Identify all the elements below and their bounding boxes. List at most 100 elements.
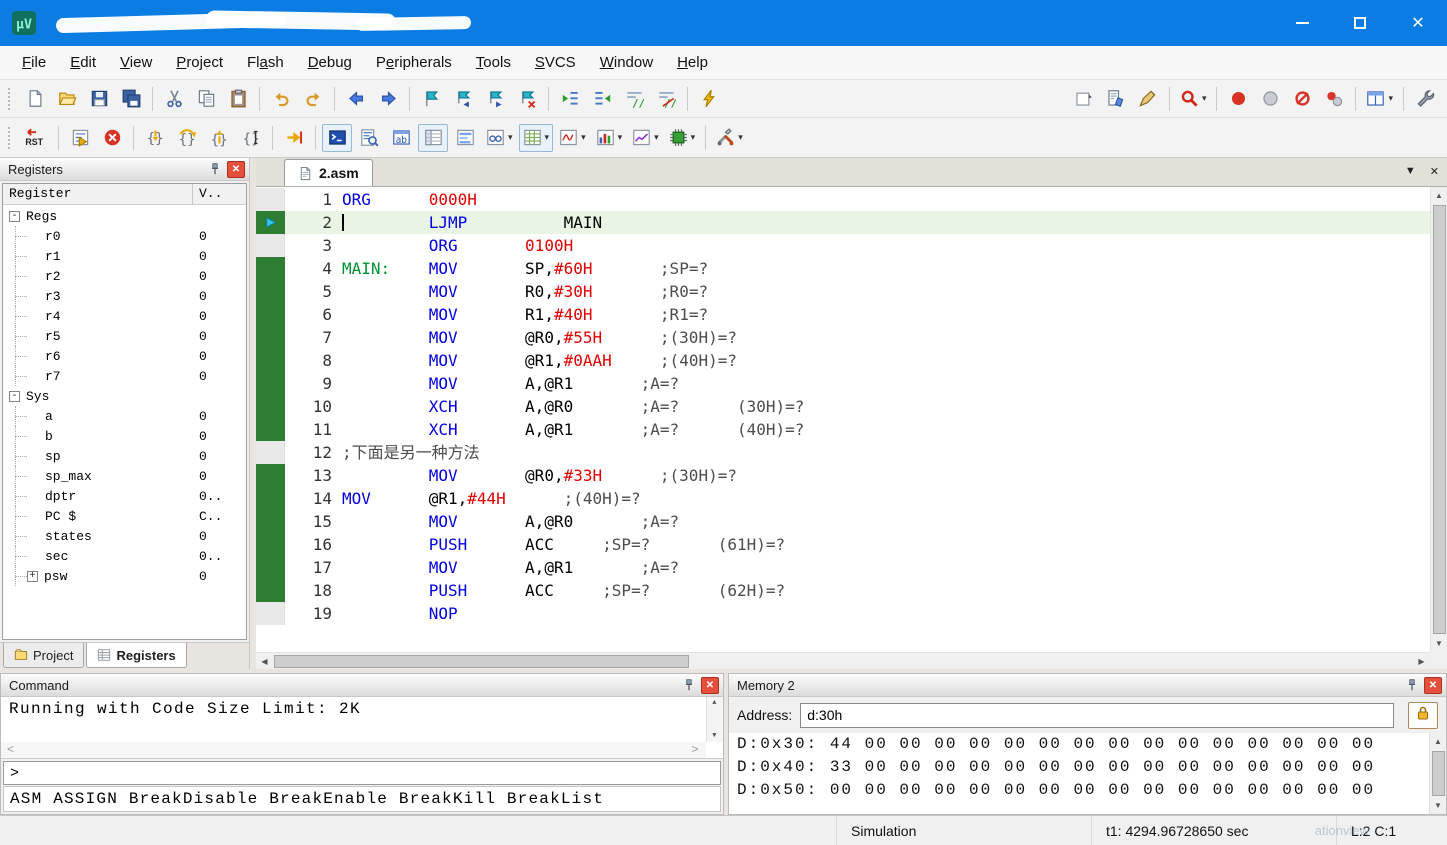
code-line-17[interactable]: 17 MOV A,@R1 ;A=?	[256, 556, 1430, 579]
unindent-button[interactable]	[555, 85, 585, 113]
scroll-up-icon[interactable]: ▲	[1431, 187, 1447, 204]
memory-pin-icon[interactable]	[1403, 677, 1421, 694]
toolbar-grip[interactable]	[8, 88, 12, 110]
value-column-header[interactable]: V..	[193, 184, 246, 204]
register-b[interactable]: b0	[3, 426, 246, 446]
register-r7[interactable]: r70	[3, 366, 246, 386]
code-line-marker[interactable]	[256, 395, 285, 418]
toolbox-button[interactable]: ▾	[712, 124, 747, 152]
expander-icon[interactable]: -	[9, 211, 20, 222]
toolbar-grip[interactable]	[8, 127, 12, 149]
dropdown-caret-icon[interactable]: ▾	[618, 132, 623, 143]
tab-registers[interactable]: Registers	[86, 643, 186, 668]
run-button[interactable]	[279, 124, 309, 152]
step-out-button[interactable]: {}	[204, 124, 234, 152]
menu-debug[interactable]: Debug	[296, 49, 364, 76]
reset-cpu-button[interactable]: RST	[20, 124, 52, 152]
toggle-bookmark-button[interactable]	[416, 85, 446, 113]
command-close-button[interactable]: ✕	[701, 677, 719, 694]
menu-project[interactable]: Project	[164, 49, 235, 76]
comment-selection-button[interactable]: //	[619, 85, 649, 113]
horizontal-scroll-thumb[interactable]	[274, 655, 689, 668]
stop-debug-button[interactable]	[97, 124, 127, 152]
editor-tab-2asm[interactable]: 2.asm	[284, 159, 373, 186]
memory-content[interactable]: D:0x30: 44 00 00 00 00 00 00 00 00 00 00…	[729, 733, 1429, 814]
save-all-button[interactable]	[116, 85, 146, 113]
next-bookmark-button[interactable]	[480, 85, 510, 113]
code-line-marker[interactable]	[256, 556, 285, 579]
register-r0[interactable]: r00	[3, 226, 246, 246]
menu-help[interactable]: Help	[665, 49, 720, 76]
register-psw[interactable]: +psw0	[3, 566, 246, 586]
gutter-cell[interactable]	[256, 602, 285, 625]
code-line-6[interactable]: 6 MOV R1,#40H ;R1=?	[256, 303, 1430, 326]
code-line-11[interactable]: 11 XCH A,@R1 ;A=? (40H)=?	[256, 418, 1430, 441]
close-button[interactable]: ✕	[1389, 0, 1447, 46]
menu-svcs[interactable]: SVCS	[523, 49, 588, 76]
run-to-cursor-button[interactable]: {}	[236, 124, 266, 152]
register-column-header[interactable]: Register	[3, 184, 193, 204]
code-line-marker[interactable]	[256, 510, 285, 533]
dropdown-caret-icon[interactable]: ▾	[1388, 93, 1393, 104]
show-next-statement-button[interactable]	[65, 124, 95, 152]
navigate-back-button[interactable]	[341, 85, 371, 113]
kill-all-breakpoints-button[interactable]	[1255, 85, 1285, 113]
command-horizontal-scrollbar[interactable]: <>	[1, 742, 706, 758]
editor-vertical-scrollbar[interactable]: ▲ ▼	[1430, 187, 1447, 652]
register-pc[interactable]: PC $C..	[3, 506, 246, 526]
register-r6[interactable]: r60	[3, 346, 246, 366]
tab-project[interactable]: Project	[3, 643, 84, 668]
open-button[interactable]	[52, 85, 82, 113]
register-a[interactable]: a0	[3, 406, 246, 426]
flash-download-button[interactable]	[694, 85, 724, 113]
scroll-down-icon[interactable]: ▼	[1430, 797, 1447, 814]
document-properties-button[interactable]	[1101, 85, 1131, 113]
configure-button[interactable]	[1410, 85, 1440, 113]
vertical-scroll-thumb[interactable]	[1432, 751, 1445, 796]
memory-close-button[interactable]: ✕	[1424, 677, 1442, 694]
register-dptr[interactable]: dptr0..	[3, 486, 246, 506]
memory-row[interactable]: D:0x50: 00 00 00 00 00 00 00 00 00 00 00…	[737, 779, 1429, 802]
copy-button[interactable]	[191, 85, 221, 113]
previous-bookmark-button[interactable]	[448, 85, 478, 113]
expander-icon[interactable]: +	[27, 571, 38, 582]
registers-window-button[interactable]	[418, 124, 448, 152]
code-line-14[interactable]: 14MOV @R1,#44H ;(40H)=?	[256, 487, 1430, 510]
symbols-window-button[interactable]: ab	[386, 124, 416, 152]
expander-icon[interactable]: -	[9, 391, 20, 402]
disable-breakpoint-button[interactable]	[1287, 85, 1317, 113]
dropdown-caret-icon[interactable]: ▾	[691, 132, 696, 143]
dropdown-caret-icon[interactable]: ▾	[545, 132, 550, 143]
scroll-left-icon[interactable]: ◀	[256, 653, 273, 670]
new-file-button[interactable]	[20, 85, 50, 113]
register-sec[interactable]: sec0..	[3, 546, 246, 566]
navigate-forward-button[interactable]	[373, 85, 403, 113]
menu-view[interactable]: View	[108, 49, 164, 76]
registers-close-button[interactable]: ✕	[227, 161, 245, 178]
scroll-right-icon[interactable]: >	[691, 743, 700, 757]
clear-all-bookmarks-button[interactable]	[512, 85, 542, 113]
memory-row[interactable]: D:0x30: 44 00 00 00 00 00 00 00 00 00 00…	[737, 733, 1429, 756]
menu-flash[interactable]: Flash	[235, 49, 296, 76]
scroll-down-icon[interactable]: ▼	[712, 732, 718, 740]
scroll-up-icon[interactable]: ▲	[1430, 733, 1447, 750]
annotate-button[interactable]	[1133, 85, 1163, 113]
gutter-cell[interactable]	[256, 188, 285, 211]
code-line-marker[interactable]	[256, 418, 285, 441]
code-line-18[interactable]: 18 PUSH ACC ;SP=? (62H)=?	[256, 579, 1430, 602]
scroll-right-icon[interactable]: ▶	[1413, 653, 1430, 670]
register-r4[interactable]: r40	[3, 306, 246, 326]
watch-window-button[interactable]: ▾	[482, 124, 517, 152]
code-line-marker[interactable]	[256, 280, 285, 303]
code-line-marker[interactable]	[256, 464, 285, 487]
command-window-button[interactable]	[322, 124, 352, 152]
menu-window[interactable]: Window	[588, 49, 665, 76]
code-line-2[interactable]: 2 LJMP MAIN	[256, 211, 1430, 234]
register-states[interactable]: states0	[3, 526, 246, 546]
step-into-button[interactable]: {}	[140, 124, 170, 152]
register-group-regs[interactable]: -Regs	[3, 206, 246, 226]
code-line-marker[interactable]	[256, 326, 285, 349]
disassembly-window-button[interactable]	[354, 124, 384, 152]
scroll-down-icon[interactable]: ▼	[1431, 635, 1447, 652]
registers-pin-icon[interactable]	[206, 161, 224, 178]
